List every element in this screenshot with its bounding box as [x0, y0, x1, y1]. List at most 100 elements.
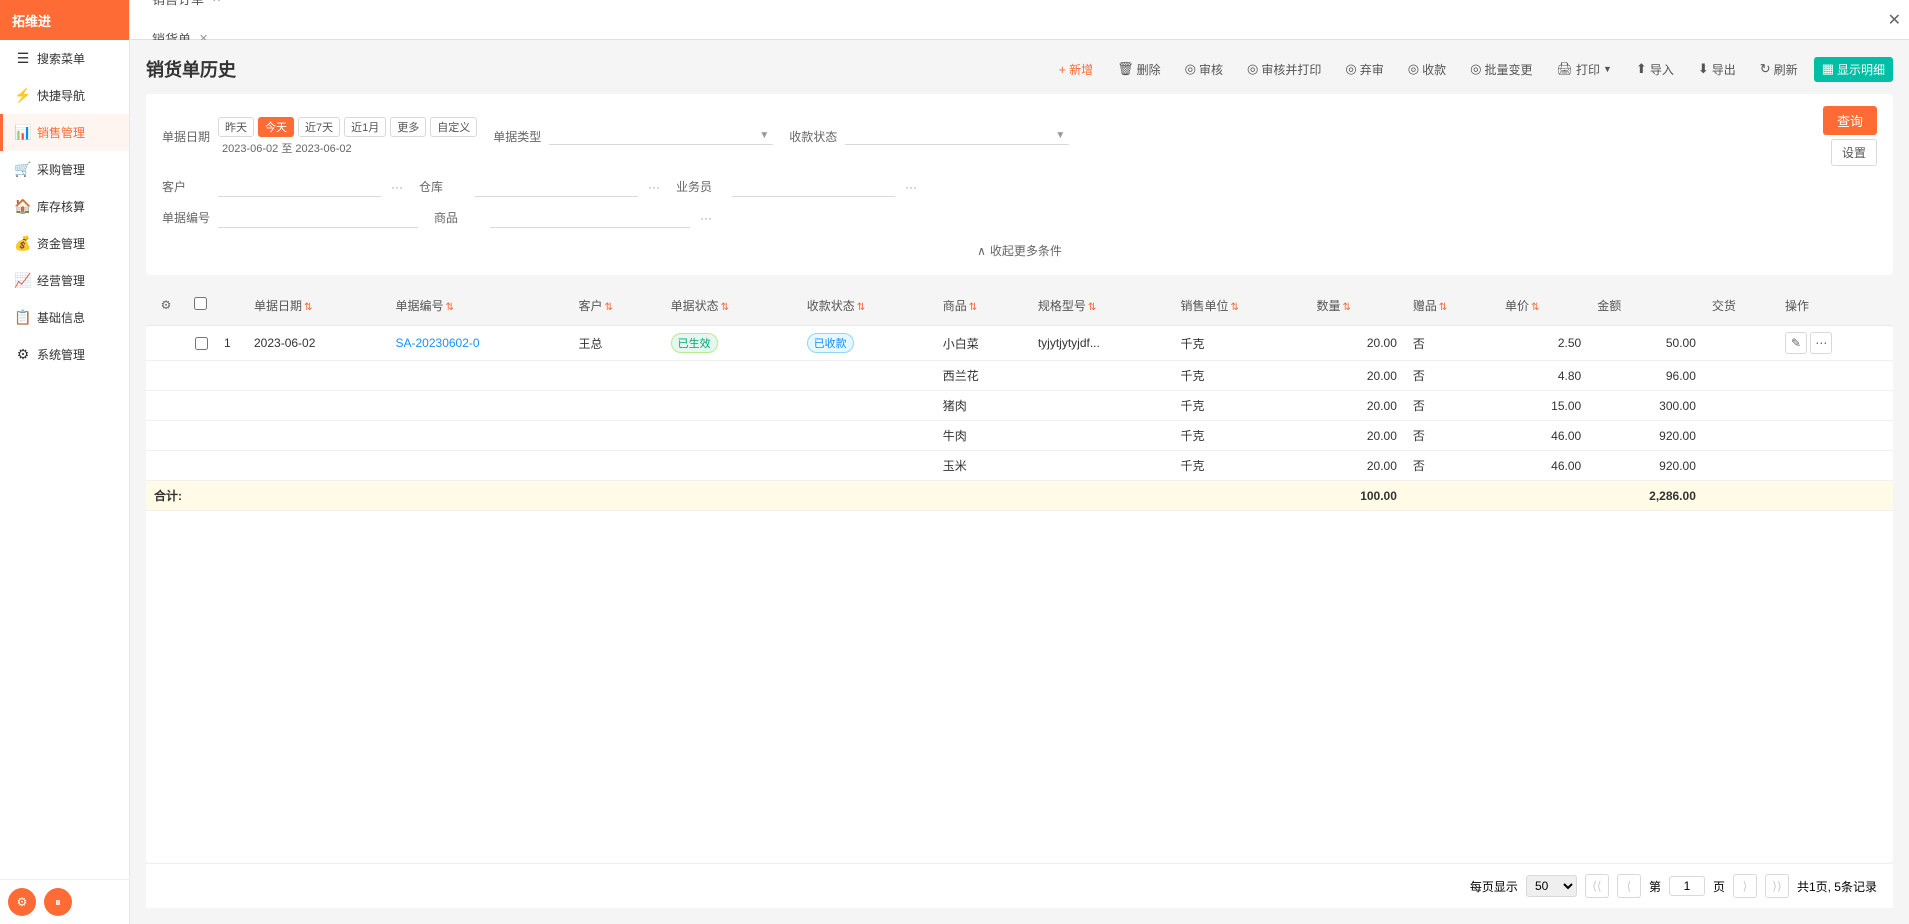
td-transaction-1: [1704, 361, 1777, 391]
toolbar-btn-show-detail[interactable]: ▦显示明细: [1814, 57, 1893, 82]
td-bill-no-2: [388, 391, 571, 421]
date-btn-more[interactable]: 更多: [390, 117, 426, 137]
import-icon: ⬆: [1636, 61, 1647, 77]
customer-input[interactable]: [218, 176, 381, 197]
sidebar-item-search-menu[interactable]: ☰搜索菜单: [0, 40, 129, 77]
td-action-0: ✎ ⋯: [1777, 326, 1893, 361]
bill-no-input[interactable]: [218, 207, 418, 228]
toolbar-btn-collect[interactable]: ◎收款: [1400, 57, 1454, 82]
pagination-next[interactable]: ⟩: [1733, 874, 1757, 898]
salesperson-dots-icon[interactable]: ···: [905, 180, 917, 194]
toolbar-btn-audit-print[interactable]: ◎审核并打印: [1239, 57, 1329, 82]
toolbar-btn-print[interactable]: 🖨打印▼: [1548, 57, 1619, 82]
bill-no-link-0[interactable]: SA-20230602-0: [396, 336, 480, 350]
td-price-4: 46.00: [1497, 451, 1589, 481]
filter-bill-type-select[interactable]: ▼: [549, 127, 773, 145]
page-input[interactable]: [1669, 876, 1705, 896]
sidebar-item-basic-info[interactable]: 📋基础信息: [0, 299, 129, 336]
sidebar-bottom-pause[interactable]: ⏸: [44, 888, 72, 916]
td-price-3: 46.00: [1497, 421, 1589, 451]
th-customer[interactable]: 客户⇅: [570, 285, 662, 326]
date-btn-today[interactable]: 今天: [258, 117, 294, 137]
th-bill-no[interactable]: 单据编号⇅: [388, 285, 571, 326]
th-spec[interactable]: 规格型号⇅: [1030, 285, 1173, 326]
th-bill-status[interactable]: 单据状态⇅: [663, 285, 799, 326]
th-quantity[interactable]: 数量⇅: [1309, 285, 1405, 326]
sort-customer-icon: ⇅: [605, 302, 613, 313]
filter-goods-label: 商品: [434, 209, 484, 226]
goods-input[interactable]: [490, 207, 690, 228]
filter-collect-status-select[interactable]: ▼: [845, 127, 1069, 145]
td-collect-status-2: [799, 391, 935, 421]
tab-close-sales-order[interactable]: ✕: [212, 0, 221, 5]
data-table: ⚙ 单据日期⇅ 单据编号⇅ 客户⇅ 单据状态⇅ 收款状态⇅ 商品⇅ 规格型号⇅: [146, 285, 1893, 511]
th-price[interactable]: 单价⇅: [1497, 285, 1589, 326]
page-size-select[interactable]: 50 20 100: [1526, 875, 1577, 897]
td-check-4: [186, 451, 216, 481]
table-row: 西兰花 千克 20.00 否 4.80 96.00: [146, 361, 1893, 391]
page-header: 销货单历史 +新增🗑删除◎审核◎审核并打印◎弃审◎收款◎批量变更🖨打印▼⬆导入⬇…: [146, 56, 1893, 82]
date-btn-custom[interactable]: 自定义: [430, 117, 477, 137]
customer-dots-icon[interactable]: ···: [391, 180, 403, 194]
pagination-first[interactable]: ⟨⟨: [1585, 874, 1609, 898]
add-icon: +: [1059, 62, 1067, 77]
collect-label: 收款: [1422, 61, 1446, 78]
td-unit-1: 千克: [1172, 361, 1308, 391]
table-settings-icon[interactable]: ⚙: [154, 293, 178, 317]
select-all-checkbox[interactable]: [194, 297, 207, 310]
sidebar-item-finance[interactable]: 💰资金管理: [0, 225, 129, 262]
collapse-button[interactable]: ∧ 收起更多条件: [977, 238, 1062, 263]
pagination-last[interactable]: ⟩⟩: [1765, 874, 1789, 898]
salesperson-input[interactable]: [732, 176, 895, 197]
setting-button[interactable]: 设置: [1831, 139, 1877, 166]
query-button[interactable]: 查询: [1823, 106, 1877, 135]
td-action-3: [1777, 421, 1893, 451]
td-price-0: 2.50: [1497, 326, 1589, 361]
main-content: 首页销售订单✕销货单✕销货单历史✕ ✕ 销货单历史 +新增🗑删除◎审核◎审核并打…: [130, 0, 1909, 924]
toolbar-btn-batch-change[interactable]: ◎批量变更: [1462, 57, 1540, 82]
sidebar-item-operations[interactable]: 📈经营管理: [0, 262, 129, 299]
toolbar-btn-export[interactable]: ⬇导出: [1690, 57, 1744, 82]
th-goods[interactable]: 商品⇅: [935, 285, 1030, 326]
goods-dots-icon[interactable]: ···: [700, 211, 712, 225]
th-check: [186, 285, 216, 326]
window-close-icon[interactable]: ✕: [1888, 10, 1901, 30]
td-collect-status-0: 已收款: [799, 326, 935, 361]
warehouse-input[interactable]: [475, 176, 638, 197]
sidebar-item-quick-nav[interactable]: ⚡快捷导航: [0, 77, 129, 114]
sidebar-item-sales-mgmt[interactable]: 📊销售管理: [0, 114, 129, 151]
summary-spacer: [246, 481, 1309, 511]
page-size-label: 每页显示: [1470, 878, 1518, 895]
warehouse-dots-icon[interactable]: ···: [648, 180, 660, 194]
sidebar-icon-sales-mgmt: 📊: [15, 125, 31, 141]
show-detail-icon: ▦: [1822, 61, 1834, 77]
td-gift-4: 否: [1405, 451, 1497, 481]
toolbar-btn-refresh[interactable]: ↻刷新: [1752, 57, 1806, 82]
action-edit-0[interactable]: ✎: [1785, 332, 1807, 354]
toolbar-btn-import[interactable]: ⬆导入: [1628, 57, 1682, 82]
th-bill-date[interactable]: 单据日期⇅: [246, 285, 388, 326]
toolbar-btn-audit[interactable]: ◎审核: [1177, 57, 1231, 82]
td-spec-3: [1030, 421, 1173, 451]
date-btn-yesterday[interactable]: 昨天: [218, 117, 254, 137]
action-more-0[interactable]: ⋯: [1810, 332, 1832, 354]
sidebar-item-inventory[interactable]: 🏠库存核算: [0, 188, 129, 225]
th-gift[interactable]: 赠品⇅: [1405, 285, 1497, 326]
toolbar-btn-abandon[interactable]: ◎弃审: [1337, 57, 1391, 82]
td-bill-date-0: 2023-06-02: [246, 326, 388, 361]
sidebar-item-sys-mgmt[interactable]: ⚙系统管理: [0, 336, 129, 373]
th-transaction: 交货: [1704, 285, 1777, 326]
th-collect-status[interactable]: 收款状态⇅: [799, 285, 935, 326]
filter-bill-no: 单据编号: [162, 207, 418, 228]
sidebar-item-purchase-mgmt[interactable]: 🛒采购管理: [0, 151, 129, 188]
sidebar-bottom-settings[interactable]: ⚙: [8, 888, 36, 916]
th-unit[interactable]: 销售单位⇅: [1172, 285, 1308, 326]
toolbar-btn-delete[interactable]: 🗑删除: [1109, 57, 1169, 82]
date-btn-7days[interactable]: 近7天: [298, 117, 340, 137]
row-checkbox-0[interactable]: [195, 337, 208, 350]
date-btn-1month[interactable]: 近1月: [344, 117, 386, 137]
tab-sales-order[interactable]: 销售订单✕: [138, 0, 248, 20]
pagination-prev[interactable]: ⟨: [1617, 874, 1641, 898]
table-row: 1 2023-06-02 SA-20230602-0 王总 已生效 已收款 小白…: [146, 326, 1893, 361]
toolbar-btn-add[interactable]: +新增: [1051, 57, 1102, 82]
